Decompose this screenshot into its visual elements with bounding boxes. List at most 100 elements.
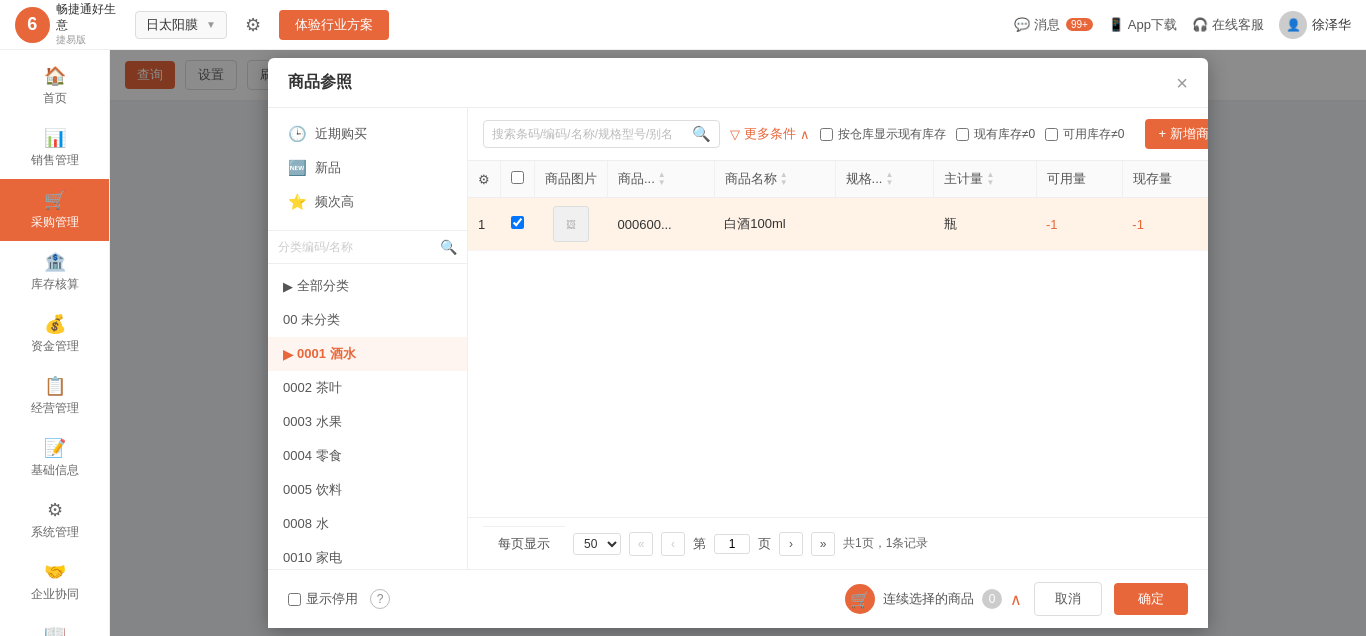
sidebar-item-ops[interactable]: 📋 经营管理 (0, 365, 109, 427)
tab-frequent[interactable]: ⭐ 频次高 (278, 186, 457, 218)
first-page-button[interactable]: « (629, 532, 653, 556)
category-item-3[interactable]: 0003 水果 (268, 405, 467, 439)
checkbox-nonzero-available[interactable] (1045, 128, 1058, 141)
pagination-bar: 每页显示 50 « ‹ 第 页 › » 共1页，1条记录 (468, 517, 1208, 569)
sidebar-item-system[interactable]: ⚙ 系统管理 (0, 489, 109, 551)
td-num: 1 (468, 198, 501, 251)
th-name[interactable]: 商品名称 ▲ ▼ (714, 161, 835, 198)
checkbox-by-warehouse[interactable] (820, 128, 833, 141)
product-search-icon[interactable]: 🔍 (692, 125, 711, 143)
category-item-2[interactable]: 0002 茶叶 (268, 371, 467, 405)
unit-sort-arrows: ▲ ▼ (986, 171, 994, 187)
prev-page-button[interactable]: ‹ (661, 532, 685, 556)
show-disabled-checkbox[interactable] (288, 593, 301, 606)
th-image: 商品图片 (535, 161, 608, 198)
category-1-arrow: ▶ (283, 347, 293, 362)
user-avatar-area[interactable]: 👤 徐泽华 (1279, 11, 1351, 39)
sidebar-label-home: 首页 (43, 90, 67, 107)
content-area: 查询 设置 刷新 商品参照 × (110, 50, 1366, 636)
sidebar-item-finance[interactable]: 💰 资金管理 (0, 303, 109, 365)
new-product-icon: 🆕 (288, 159, 307, 177)
filter-icon: ▽ (730, 127, 740, 142)
product-search-input[interactable] (492, 127, 692, 141)
store-select[interactable]: 日太阳膜 ▼ (135, 11, 227, 39)
left-panel: 🕒 近期购买 🆕 新品 ⭐ 频次高 (268, 108, 468, 569)
th-spec-label: 规格... (846, 170, 883, 188)
collapse-up-icon[interactable]: ∧ (1010, 590, 1022, 609)
row-checkbox[interactable] (511, 216, 524, 229)
category-search-icon[interactable]: 🔍 (440, 239, 457, 255)
category-1-label: 0001 酒水 (297, 345, 356, 363)
select-all-checkbox[interactable] (511, 171, 524, 184)
filter-label: 更多条件 (744, 125, 796, 143)
sidebar-item-purchase[interactable]: 🛒 采购管理 (0, 179, 109, 241)
td-name: 白酒100ml (714, 198, 835, 251)
frequent-icon: ⭐ (288, 193, 307, 211)
sidebar-item-home[interactable]: 🏠 首页 (0, 55, 109, 117)
left-panel-search-bar: 🔍 (268, 230, 467, 264)
category-item-1[interactable]: ▶ 0001 酒水 (268, 337, 467, 371)
page-word: 第 (693, 535, 706, 553)
next-page-button[interactable]: › (779, 532, 803, 556)
th-image-label: 商品图片 (545, 171, 597, 186)
modal-close-button[interactable]: × (1176, 73, 1188, 93)
checkbox-by-warehouse-label: 按仓库显示现有库存 (838, 126, 946, 143)
finance-icon: 💰 (44, 313, 66, 335)
online-service-item[interactable]: 🎧 在线客服 (1192, 16, 1264, 34)
inventory-icon: 🏦 (44, 251, 66, 273)
th-code-label: 商品... (618, 170, 655, 188)
last-page-button[interactable]: » (811, 532, 835, 556)
page-size-select[interactable]: 50 (573, 533, 621, 555)
th-code[interactable]: 商品... ▲ ▼ (608, 161, 715, 198)
ops-icon: 📋 (44, 375, 66, 397)
trial-button[interactable]: 体验行业方案 (279, 10, 389, 40)
total-info: 共1页，1条记录 (843, 535, 928, 552)
img-icon: 🖼 (566, 219, 576, 230)
spec-sort-arrows: ▲ ▼ (885, 171, 893, 187)
add-product-button[interactable]: + 新增商品 (1145, 119, 1208, 149)
headset-icon: 🎧 (1192, 17, 1208, 32)
th-spec[interactable]: 规格... ▲ ▼ (835, 161, 934, 198)
category-item-5[interactable]: 0005 饮料 (268, 473, 467, 507)
page-number-input[interactable] (714, 534, 750, 554)
sidebar-item-guide[interactable]: 📖 新手引导 (0, 613, 109, 636)
th-stock-label: 现存量 (1133, 171, 1172, 186)
confirm-button[interactable]: 确定 (1114, 583, 1188, 615)
sidebar-item-inventory[interactable]: 🏦 库存核算 (0, 241, 109, 303)
enterprise-icon: 🤝 (44, 561, 66, 583)
sidebar-item-sales[interactable]: 📊 销售管理 (0, 117, 109, 179)
category-item-0[interactable]: 00 未分类 (268, 303, 467, 337)
cart-area[interactable]: 🛒 连续选择的商品 0 ∧ (845, 584, 1022, 614)
tab-recent-purchase[interactable]: 🕒 近期购买 (278, 118, 457, 150)
tab-new-product[interactable]: 🆕 新品 (278, 152, 457, 184)
category-item-4[interactable]: 0004 零食 (268, 439, 467, 473)
checkbox-nonzero-stock[interactable] (956, 128, 969, 141)
system-icon: ⚙ (47, 499, 63, 521)
filter-button[interactable]: ▽ 更多条件 ∧ (730, 125, 810, 143)
category-search-input[interactable] (278, 240, 435, 254)
messages-item[interactable]: 💬 消息 99+ (1014, 16, 1093, 34)
th-settings[interactable]: ⚙ (468, 161, 501, 198)
logo-text-area: 畅捷通好生意 捷易版 (56, 2, 125, 47)
logo-text: 畅捷通好生意 (56, 2, 125, 33)
sidebar-label-purchase: 采购管理 (31, 214, 79, 231)
cancel-button[interactable]: 取消 (1034, 582, 1102, 616)
app-download-item[interactable]: 📱 App下载 (1108, 16, 1177, 34)
messages-badge: 99+ (1066, 18, 1093, 31)
category-item-7[interactable]: 0010 家电 (268, 541, 467, 569)
sidebar-label-inventory: 库存核算 (31, 276, 79, 293)
code-sort-arrows: ▲ ▼ (658, 171, 666, 187)
category-item-6[interactable]: 0008 水 (268, 507, 467, 541)
purchase-icon: 🛒 (44, 189, 66, 211)
sidebar-item-basic[interactable]: 📝 基础信息 (0, 427, 109, 489)
table-row[interactable]: 1 🖼 (468, 198, 1208, 251)
settings-icon[interactable]: ⚙ (237, 9, 269, 41)
sidebar-item-enterprise[interactable]: 🤝 企业协同 (0, 551, 109, 613)
th-unit[interactable]: 主计量 ▲ ▼ (934, 161, 1036, 198)
help-icon[interactable]: ? (370, 589, 390, 609)
show-disabled-label: 显示停用 (288, 590, 358, 608)
category-item-all[interactable]: ▶ 全部分类 (268, 269, 467, 303)
product-image-placeholder: 🖼 (553, 206, 589, 242)
modal-title: 商品参照 (288, 72, 352, 93)
td-unit: 瓶 (934, 198, 1036, 251)
